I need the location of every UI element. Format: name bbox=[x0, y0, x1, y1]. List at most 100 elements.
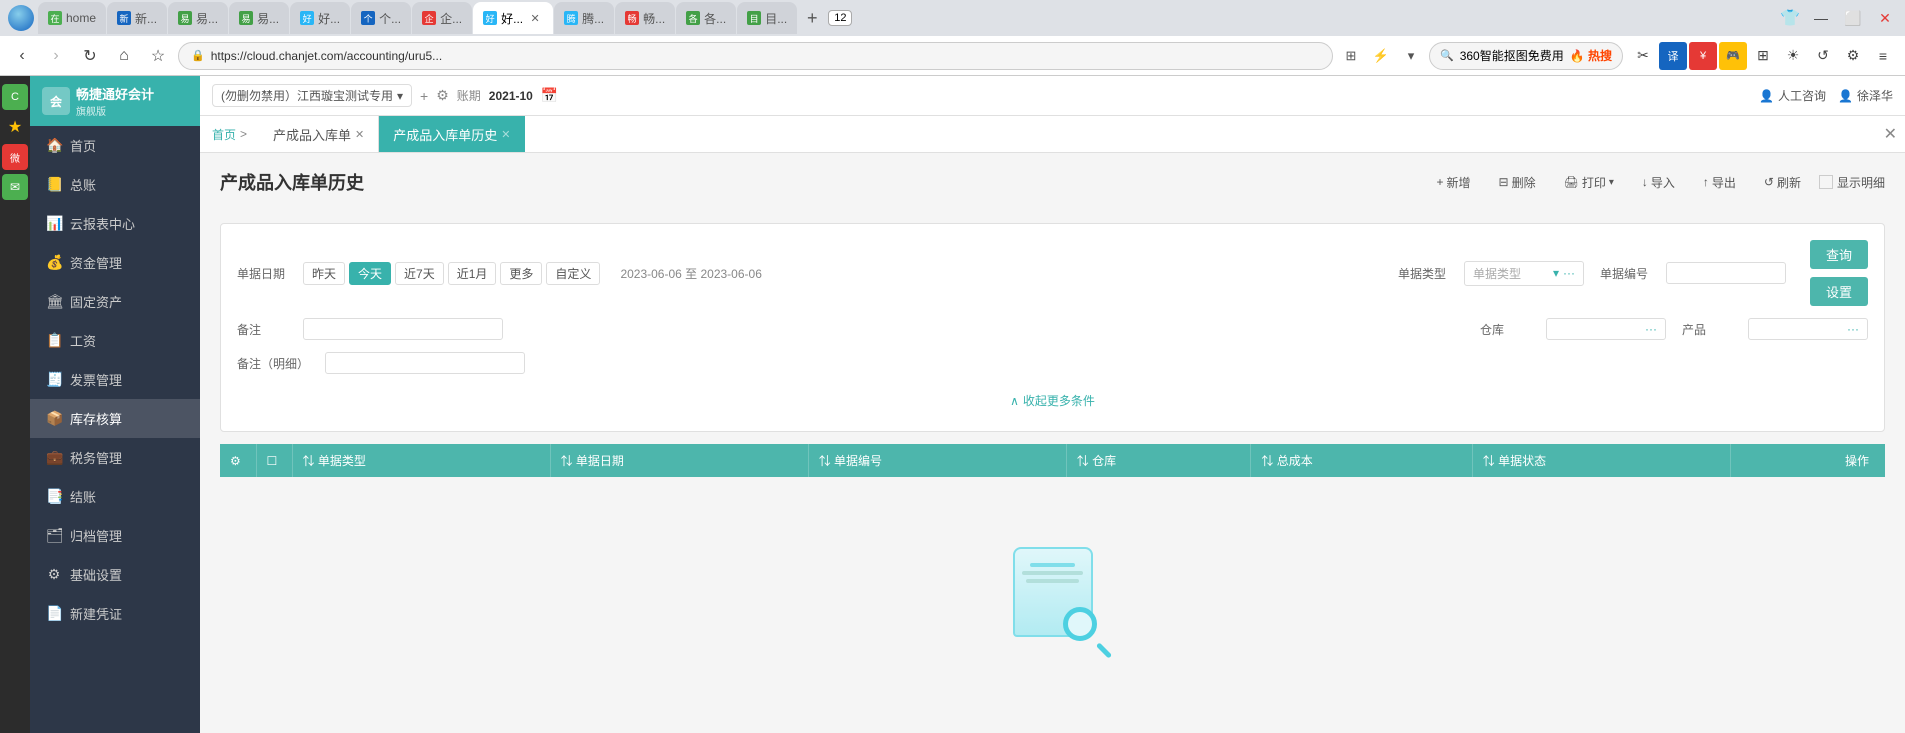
theme-icon[interactable]: ☀ bbox=[1779, 42, 1807, 70]
translate-icon[interactable]: 译 bbox=[1659, 42, 1687, 70]
weibo-app-icon[interactable]: 微 bbox=[2, 144, 28, 170]
th-date[interactable]: ⇅ 单据日期 bbox=[550, 444, 808, 477]
browser-tab-t6[interactable]: 个 个... bbox=[351, 2, 411, 34]
lightning-button[interactable]: ⚡ bbox=[1369, 44, 1393, 68]
content-toolbar: + 新增 ⊟ 删除 🖨 打印 ▾ ↓ 导入 bbox=[1426, 170, 1885, 195]
display-detail-checkbox[interactable]: 显示明细 bbox=[1819, 174, 1885, 191]
company-name: (勿删勿禁用）江西璇宝测试专用 bbox=[221, 87, 393, 104]
sidebar-item-reports[interactable]: 📊 云报表中心 bbox=[30, 204, 200, 243]
maximize-button[interactable]: ⬜ bbox=[1841, 6, 1865, 30]
bookmark-button[interactable]: ☆ bbox=[144, 42, 172, 70]
refresh-button[interactable]: ↺ 刷新 bbox=[1754, 170, 1811, 195]
home-button[interactable]: ⌂ bbox=[110, 42, 138, 70]
sidebar-item-base-settings[interactable]: ⚙ 基础设置 bbox=[30, 555, 200, 594]
user-service-button[interactable]: 👤 人工咨询 bbox=[1759, 87, 1826, 104]
page-tab-list[interactable]: 产成品入库单 ✕ bbox=[259, 116, 379, 152]
number-filter-input[interactable] bbox=[1666, 262, 1786, 284]
delete-button[interactable]: ⊟ 删除 bbox=[1489, 170, 1546, 195]
page-tab-history[interactable]: 产成品入库单历史 ✕ bbox=[379, 116, 524, 152]
new-button[interactable]: + 新增 bbox=[1426, 170, 1480, 195]
browser-tab-t2[interactable]: 新 新... bbox=[107, 2, 167, 34]
date-btn-yesterday[interactable]: 昨天 bbox=[303, 262, 345, 285]
yuan-icon[interactable]: ¥ bbox=[1689, 42, 1717, 70]
close-panel-button[interactable]: ✕ bbox=[1884, 124, 1897, 144]
th-settings[interactable]: ⚙ bbox=[220, 444, 256, 477]
menu-icon[interactable]: ≡ bbox=[1869, 42, 1897, 70]
calendar-icon[interactable]: 📅 bbox=[541, 87, 558, 104]
sidebar-item-inventory[interactable]: 📦 库存核算 bbox=[30, 399, 200, 438]
sidebar-item-settlement[interactable]: 📑 结账 bbox=[30, 477, 200, 516]
sidebar-item-newbill[interactable]: 📄 新建凭证 bbox=[30, 594, 200, 633]
sidebar-item-invoice[interactable]: 🧾 发票管理 bbox=[30, 360, 200, 399]
browser-tab-t3[interactable]: 易 易... bbox=[168, 2, 228, 34]
date-btn-custom[interactable]: 自定义 bbox=[546, 262, 600, 285]
sidebar-item-finance[interactable]: 💰 资金管理 bbox=[30, 243, 200, 282]
add-company-button[interactable]: + bbox=[420, 88, 428, 104]
history-icon[interactable]: ↺ bbox=[1809, 42, 1837, 70]
product-filter-select[interactable]: ··· bbox=[1748, 318, 1868, 340]
refresh-button[interactable]: ↻ bbox=[76, 42, 104, 70]
th-type[interactable]: ⇅ 单据类型 bbox=[292, 444, 550, 477]
browser-tab-t4[interactable]: 易 易... bbox=[229, 2, 289, 34]
settings-gear-icon[interactable]: ⚙ bbox=[436, 87, 449, 104]
user-avatar-button[interactable]: 👤 徐泽华 bbox=[1838, 87, 1893, 104]
date-btn-today[interactable]: 今天 bbox=[349, 262, 391, 285]
address-input[interactable]: 🔒 https://cloud.chanjet.com/accounting/u… bbox=[178, 42, 1333, 70]
settings-icon[interactable]: ⚙ bbox=[1839, 42, 1867, 70]
th-warehouse[interactable]: ⇅ 仓库 bbox=[1066, 444, 1251, 477]
browser-tab-t9[interactable]: 腾 腾... bbox=[554, 2, 614, 34]
date-btn-1month[interactable]: 近1月 bbox=[448, 262, 497, 285]
dropdown-button[interactable]: ▾ bbox=[1399, 44, 1423, 68]
browser-tab-t1[interactable]: 在 home bbox=[38, 2, 106, 34]
sidebar-item-archive[interactable]: 🗂 归档管理 bbox=[30, 516, 200, 555]
sidebar-item-tax[interactable]: 💼 税务管理 bbox=[30, 438, 200, 477]
star-app-icon[interactable]: ★ bbox=[2, 114, 28, 140]
browser-tab-t7[interactable]: 企 企... bbox=[412, 2, 472, 34]
date-btn-more[interactable]: 更多 bbox=[500, 262, 542, 285]
th-number[interactable]: ⇅ 单据编号 bbox=[808, 444, 1066, 477]
apps-button[interactable]: ⊞ bbox=[1339, 44, 1363, 68]
page-tab-history-close[interactable]: ✕ bbox=[501, 128, 510, 141]
th-total-cost[interactable]: ⇅ 总成本 bbox=[1251, 444, 1472, 477]
tab-close-t8[interactable]: ✕ bbox=[527, 10, 543, 26]
note-detail-filter-input[interactable] bbox=[325, 352, 525, 374]
filter-settings-button[interactable]: 设置 bbox=[1810, 277, 1868, 306]
type-filter-select[interactable]: 单据类型 ▾ ··· bbox=[1464, 261, 1584, 286]
collapse-more-button[interactable]: ∧ 收起更多条件 bbox=[1010, 386, 1095, 415]
sidebar-item-wages[interactable]: 📋 工资 bbox=[30, 321, 200, 360]
new-tab-button[interactable]: + bbox=[798, 4, 826, 32]
game-icon[interactable]: 🎮 bbox=[1719, 42, 1747, 70]
mail-app-icon[interactable]: ✉ bbox=[2, 174, 28, 200]
scissors-icon[interactable]: ✂ bbox=[1629, 42, 1657, 70]
back-button[interactable]: ‹ bbox=[8, 42, 36, 70]
sidebar-item-home[interactable]: 🏠 首页 bbox=[30, 126, 200, 165]
company-selector[interactable]: (勿删勿禁用）江西璇宝测试专用 ▾ bbox=[212, 84, 412, 107]
sidebar-item-assets[interactable]: 🏛 固定资产 bbox=[30, 282, 200, 321]
warehouse-filter-select[interactable]: ··· bbox=[1546, 318, 1666, 340]
import-button[interactable]: ↓ 导入 bbox=[1632, 170, 1685, 195]
note-filter-input[interactable] bbox=[303, 318, 503, 340]
browser-tab-t5[interactable]: 好 好... bbox=[290, 2, 350, 34]
page-tab-list-close[interactable]: ✕ bbox=[355, 128, 364, 141]
query-button[interactable]: 查询 bbox=[1810, 240, 1868, 269]
filter-area: 单据日期 昨天 今天 近7天 近1月 更多 自定义 2023-06-06 至 2… bbox=[220, 223, 1885, 432]
export-button[interactable]: ↑ 导出 bbox=[1693, 170, 1746, 195]
grid-icon[interactable]: ⊞ bbox=[1749, 42, 1777, 70]
360-search-bar[interactable]: 🔍 360智能抠图免费用 🔥 热搜 bbox=[1429, 42, 1623, 70]
tab-count-badge[interactable]: 12 bbox=[828, 10, 852, 26]
minimize-button[interactable]: — bbox=[1809, 6, 1833, 30]
shirt-icon[interactable]: 👕 bbox=[1779, 7, 1801, 29]
browser-tab-t8[interactable]: 好 好... ✕ bbox=[473, 2, 553, 34]
sidebar-item-ledger[interactable]: 📒 总账 bbox=[30, 165, 200, 204]
browser-tab-t11[interactable]: 各 各... bbox=[676, 2, 736, 34]
browser-tab-t10[interactable]: 畅 畅... bbox=[615, 2, 675, 34]
chanjet-app-icon[interactable]: C bbox=[2, 84, 28, 110]
print-button[interactable]: 🖨 打印 ▾ bbox=[1554, 170, 1624, 195]
forward-button[interactable]: › bbox=[42, 42, 70, 70]
browser-tab-t12[interactable]: 目 目... bbox=[737, 2, 797, 34]
th-checkbox[interactable]: ☐ bbox=[256, 444, 292, 477]
th-status[interactable]: ⇅ 单据状态 bbox=[1472, 444, 1730, 477]
close-button[interactable]: ✕ bbox=[1873, 6, 1897, 30]
breadcrumb-home[interactable]: 首页 bbox=[212, 126, 236, 143]
date-btn-7days[interactable]: 近7天 bbox=[395, 262, 444, 285]
